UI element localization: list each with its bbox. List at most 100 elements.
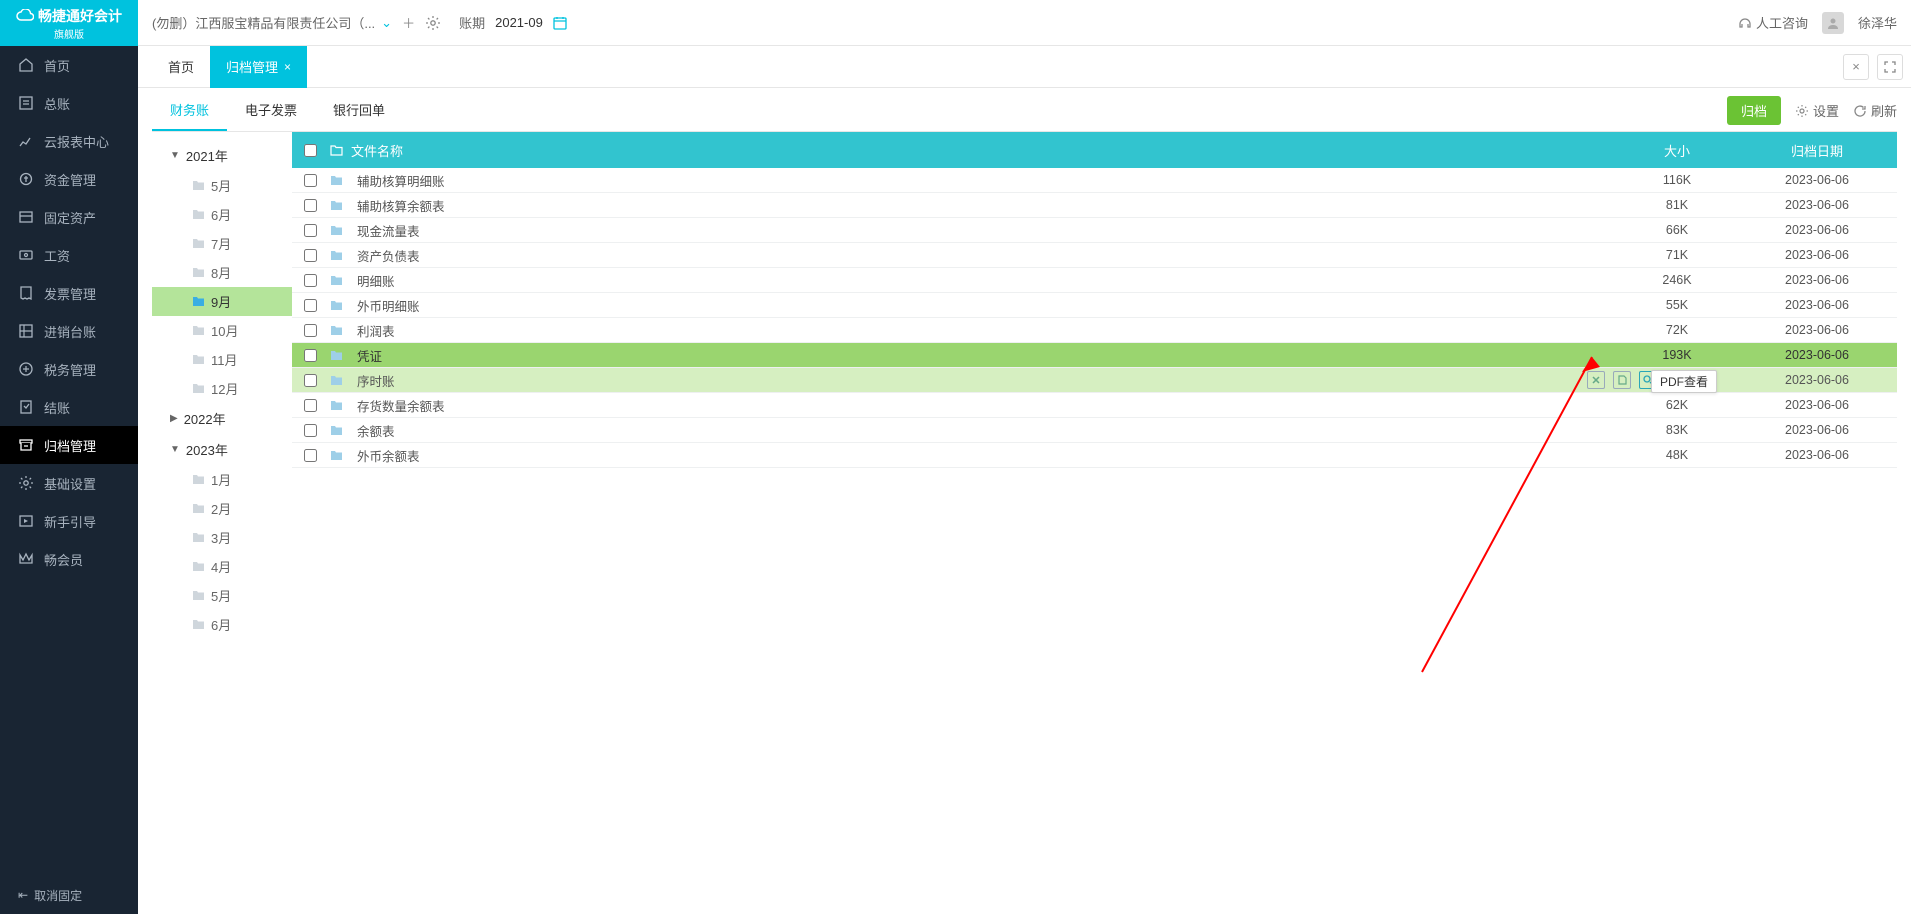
row-checkbox[interactable] bbox=[304, 174, 317, 187]
calendar-icon[interactable] bbox=[553, 16, 567, 30]
consult-link[interactable]: 人工咨询 bbox=[1738, 13, 1808, 32]
tax-icon bbox=[18, 361, 34, 377]
file-table: 文件名称 大小 归档日期 辅助核算明细账116K2023-06-06辅助核算余额… bbox=[292, 132, 1897, 900]
row-checkbox[interactable] bbox=[304, 249, 317, 262]
folder-icon bbox=[192, 561, 205, 572]
download-pdf-icon[interactable] bbox=[1613, 371, 1631, 389]
tree-year[interactable]: ▶2022年 bbox=[152, 403, 292, 434]
refresh-link[interactable]: 刷新 bbox=[1853, 101, 1897, 120]
sidebar-item-0[interactable]: 首页 bbox=[0, 46, 138, 84]
row-checkbox[interactable] bbox=[304, 224, 317, 237]
tab-archive[interactable]: 归档管理 × bbox=[210, 46, 307, 88]
file-size: 81K bbox=[1617, 198, 1737, 212]
row-checkbox[interactable] bbox=[304, 274, 317, 287]
tab-close-button[interactable]: × bbox=[1843, 54, 1869, 80]
table-row[interactable]: 资产负债表71K2023-06-06 bbox=[292, 243, 1897, 268]
file-name: 现金流量表 bbox=[357, 221, 420, 240]
row-checkbox[interactable] bbox=[304, 299, 317, 312]
tree-month[interactable]: 12月 bbox=[152, 374, 292, 403]
file-icon bbox=[330, 350, 343, 361]
sidebar-item-10[interactable]: 归档管理 bbox=[0, 426, 138, 464]
file-name: 资产负债表 bbox=[357, 246, 420, 265]
table-row[interactable]: 辅助核算明细账116K2023-06-06 bbox=[292, 168, 1897, 193]
topbar: (勿删）江西服宝精品有限责任公司（... ⌄ ＋ 账期 2021-09 人工咨询 bbox=[138, 0, 1911, 46]
table-row[interactable]: 存货数量余额表62K2023-06-06 bbox=[292, 393, 1897, 418]
table-row[interactable]: 外币明细账55K2023-06-06 bbox=[292, 293, 1897, 318]
subtab-0[interactable]: 财务账 bbox=[152, 90, 227, 131]
file-size: 48K bbox=[1617, 448, 1737, 462]
table-row[interactable]: 凭证193K2023-06-06 bbox=[292, 343, 1897, 368]
table-row[interactable]: 利润表72K2023-06-06 bbox=[292, 318, 1897, 343]
close-icon[interactable]: × bbox=[284, 60, 291, 74]
tree-month[interactable]: 6月 bbox=[152, 610, 292, 639]
subtab-2[interactable]: 银行回单 bbox=[315, 90, 403, 131]
table-row[interactable]: 现金流量表66K2023-06-06 bbox=[292, 218, 1897, 243]
table-row[interactable]: 外币余额表48K2023-06-06 bbox=[292, 443, 1897, 468]
username[interactable]: 徐泽华 bbox=[1858, 13, 1897, 32]
sidebar-item-4[interactable]: 固定资产 bbox=[0, 198, 138, 236]
tree-year[interactable]: ▼2023年 bbox=[152, 434, 292, 465]
sidebar-item-11[interactable]: 基础设置 bbox=[0, 464, 138, 502]
sidebar-item-2[interactable]: 云报表中心 bbox=[0, 122, 138, 160]
col-name-header: 文件名称 bbox=[351, 141, 403, 160]
sidebar-item-label: 总账 bbox=[44, 94, 70, 113]
fullscreen-button[interactable] bbox=[1877, 54, 1903, 80]
row-checkbox[interactable] bbox=[304, 424, 317, 437]
settings-link[interactable]: 设置 bbox=[1795, 101, 1839, 120]
company-selector[interactable]: (勿删）江西服宝精品有限责任公司（... ⌄ bbox=[152, 13, 392, 32]
table-row[interactable]: 明细账246K2023-06-06 bbox=[292, 268, 1897, 293]
tree-month[interactable]: 5月 bbox=[152, 581, 292, 610]
folder-icon bbox=[192, 238, 205, 249]
tree-month[interactable]: 10月 bbox=[152, 316, 292, 345]
avatar[interactable] bbox=[1822, 12, 1844, 34]
sidebar-item-6[interactable]: 发票管理 bbox=[0, 274, 138, 312]
add-company-button[interactable]: ＋ bbox=[402, 13, 415, 32]
download-excel-icon[interactable] bbox=[1587, 371, 1605, 389]
file-size: 72K bbox=[1617, 323, 1737, 337]
folder-icon bbox=[192, 296, 205, 307]
sidebar-item-label: 进销台账 bbox=[44, 322, 96, 341]
tree-month[interactable]: 1月 bbox=[152, 465, 292, 494]
table-row[interactable]: 辅助核算余额表81K2023-06-06 bbox=[292, 193, 1897, 218]
sidebar-item-label: 税务管理 bbox=[44, 360, 96, 379]
sidebar-item-8[interactable]: 税务管理 bbox=[0, 350, 138, 388]
file-date: 2023-06-06 bbox=[1737, 223, 1897, 237]
tree-month[interactable]: 6月 bbox=[152, 200, 292, 229]
select-all-checkbox[interactable] bbox=[304, 144, 317, 157]
tab-home[interactable]: 首页 bbox=[152, 46, 210, 88]
row-checkbox[interactable] bbox=[304, 374, 317, 387]
row-checkbox[interactable] bbox=[304, 399, 317, 412]
row-checkbox[interactable] bbox=[304, 324, 317, 337]
sidebar-item-7[interactable]: 进销台账 bbox=[0, 312, 138, 350]
tree-month[interactable]: 7月 bbox=[152, 229, 292, 258]
tree-month[interactable]: 8月 bbox=[152, 258, 292, 287]
tree-month[interactable]: 11月 bbox=[152, 345, 292, 374]
file-name: 利润表 bbox=[357, 321, 395, 340]
salary-icon bbox=[18, 247, 34, 263]
row-checkbox[interactable] bbox=[304, 199, 317, 212]
table-header: 文件名称 大小 归档日期 bbox=[292, 132, 1897, 168]
tree-month[interactable]: 2月 bbox=[152, 494, 292, 523]
sidebar-item-5[interactable]: 工资 bbox=[0, 236, 138, 274]
sidebar-item-12[interactable]: 新手引导 bbox=[0, 502, 138, 540]
pin-toggle[interactable]: ⇤ 取消固定 bbox=[0, 876, 138, 914]
sidebar-item-9[interactable]: 结账 bbox=[0, 388, 138, 426]
subtab-1[interactable]: 电子发票 bbox=[227, 90, 315, 131]
sidebar-item-13[interactable]: 畅会员 bbox=[0, 540, 138, 578]
company-settings-button[interactable] bbox=[425, 15, 441, 31]
file-date: 2023-06-06 bbox=[1737, 173, 1897, 187]
tree-month[interactable]: 3月 bbox=[152, 523, 292, 552]
chevron-down-icon: ⌄ bbox=[381, 15, 392, 31]
sidebar-item-3[interactable]: 资金管理 bbox=[0, 160, 138, 198]
sidebar-item-1[interactable]: 总账 bbox=[0, 84, 138, 122]
tree-month[interactable]: 9月 bbox=[152, 287, 292, 316]
tree-year[interactable]: ▼2021年 bbox=[152, 140, 292, 171]
row-checkbox[interactable] bbox=[304, 449, 317, 462]
file-size: 55K bbox=[1617, 298, 1737, 312]
table-row[interactable]: 序时账13K2023-06-06PDF查看 bbox=[292, 368, 1897, 393]
row-checkbox[interactable] bbox=[304, 349, 317, 362]
archive-button[interactable]: 归档 bbox=[1727, 96, 1781, 125]
table-row[interactable]: 余额表83K2023-06-06 bbox=[292, 418, 1897, 443]
tree-month[interactable]: 5月 bbox=[152, 171, 292, 200]
tree-month[interactable]: 4月 bbox=[152, 552, 292, 581]
